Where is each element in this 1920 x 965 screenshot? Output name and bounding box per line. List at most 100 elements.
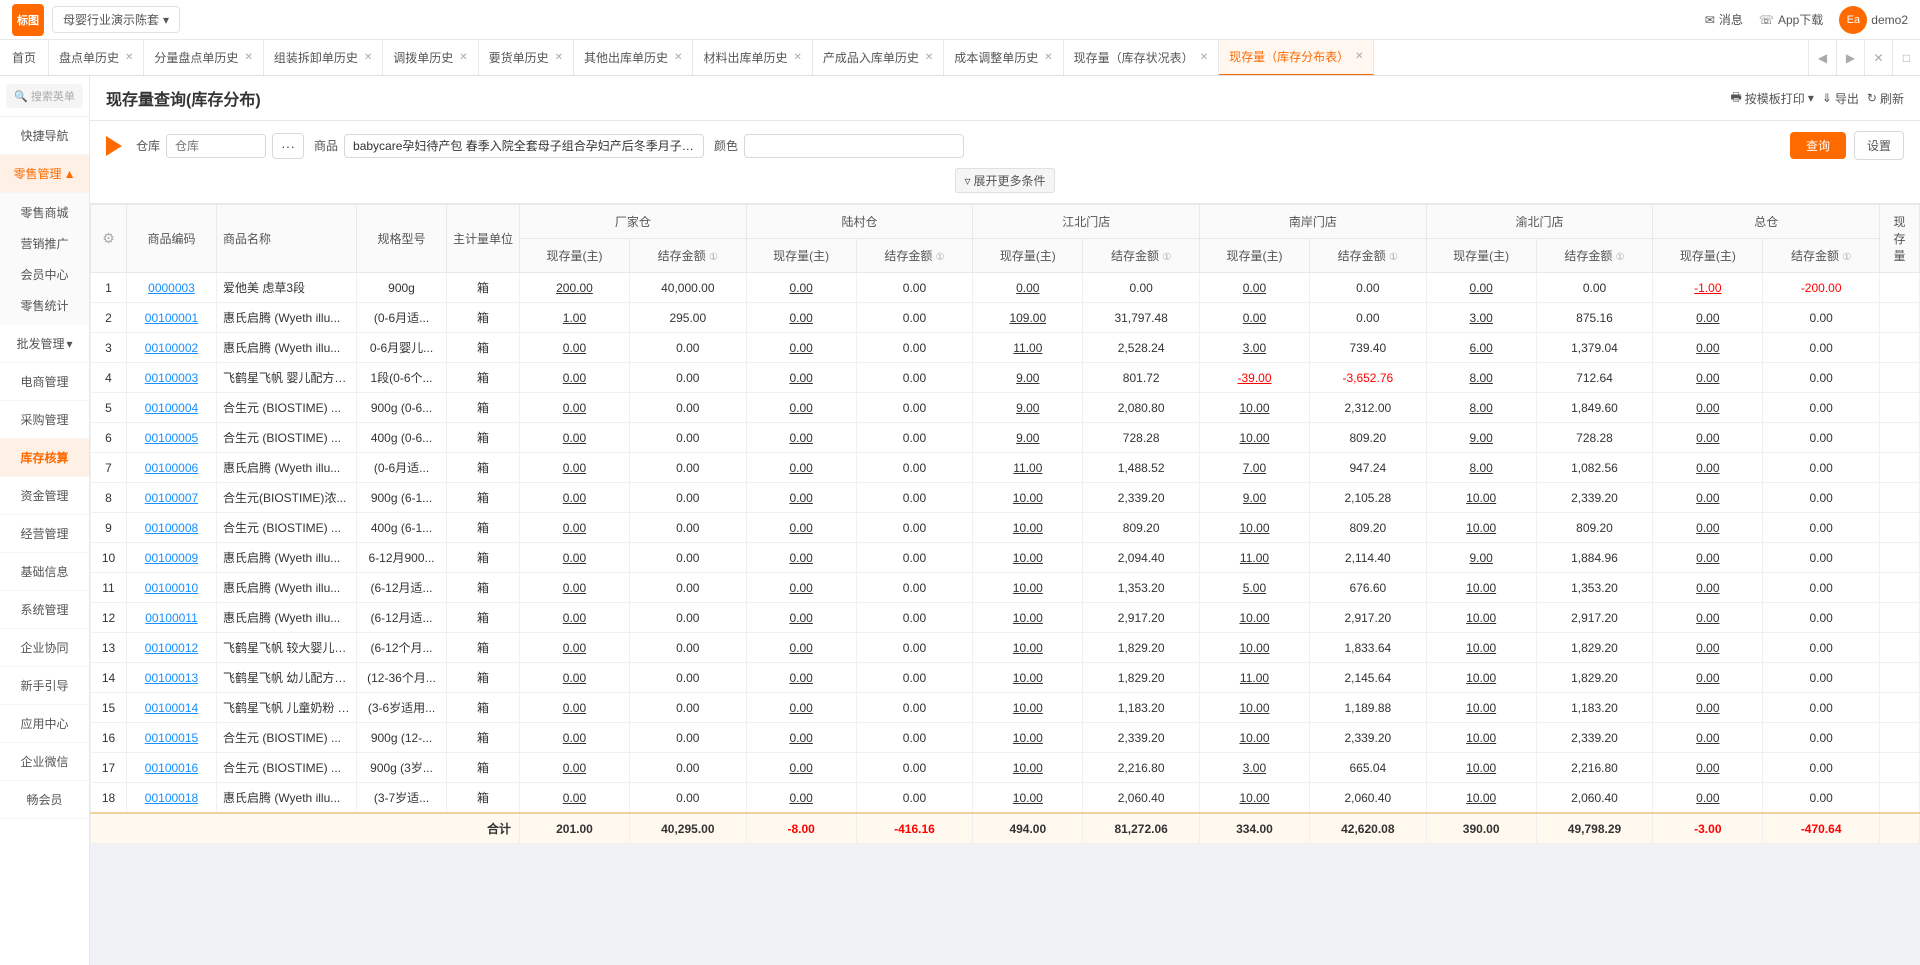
cell-spec: 400g (6-1... — [357, 513, 447, 543]
cell-lc-amt: 0.00 — [856, 513, 973, 543]
user-area[interactable]: Ea demo2 — [1839, 6, 1908, 34]
cell-cjc-qty: 0.00 — [520, 753, 630, 783]
cell-name: 惠氏启腾 (Wyeth illu... — [217, 783, 357, 814]
cell-extra — [1880, 663, 1920, 693]
tab-close-all-btn[interactable]: ✕ — [1864, 40, 1892, 76]
cell-cjc-amt: 40,000.00 — [629, 273, 746, 303]
sidebar-item-ops[interactable]: 经营管理 — [0, 515, 89, 553]
cell-zc-amt: 0.00 — [1763, 453, 1880, 483]
expand-toggle-btn[interactable]: ▿ 展开更多条件 — [955, 168, 1054, 193]
query-btn[interactable]: 查询 — [1790, 132, 1846, 159]
sidebar-item-system[interactable]: 系统管理 — [0, 591, 89, 629]
export-btn[interactable]: ⇓ 导出 — [1822, 90, 1859, 107]
search-input-box[interactable]: 🔍 搜索英单 — [6, 84, 83, 108]
tab-purchase[interactable]: 要货单历史 ✕ — [479, 40, 574, 76]
cell-na-amt: 2,114.40 — [1309, 543, 1426, 573]
cell-extra — [1880, 423, 1920, 453]
sidebar-item-wholesale[interactable]: 批发管理 ▾ — [0, 325, 89, 363]
cell-lc-amt: 0.00 — [856, 573, 973, 603]
sidebar-item-corp[interactable]: 企业协同 — [0, 629, 89, 667]
sidebar-item-purchase[interactable]: 采购管理 — [0, 401, 89, 439]
sidebar-item-base[interactable]: 基础信息 — [0, 553, 89, 591]
cell-zc-qty: 0.00 — [1653, 603, 1763, 633]
tab-label: 调拨单历史 — [393, 49, 453, 66]
filter-warehouse: 仓库 ··· — [136, 133, 304, 159]
tab-material-out[interactable]: 材料出库单历史 ✕ — [693, 40, 812, 76]
sidebar-sub-item-stats[interactable]: 零售统计 — [0, 290, 89, 321]
tab-disk-single[interactable]: 盘点单历史 ✕ — [49, 40, 144, 76]
settings-icon[interactable]: ⚙ — [102, 230, 115, 246]
cell-yb-amt: 1,884.96 — [1536, 543, 1653, 573]
sidebar-item-ecom[interactable]: 电商管理 — [0, 363, 89, 401]
sidebar-item-retail[interactable]: 零售管理 ▲ — [0, 155, 89, 193]
th-group-lucun: 陆村仓 — [746, 205, 973, 239]
tab-close-icon[interactable]: ✕ — [1200, 52, 1208, 63]
cell-zc-amt: 0.00 — [1763, 393, 1880, 423]
tab-stock-status[interactable]: 现存量（库存状况表） ✕ — [1064, 40, 1219, 76]
tab-label: 分量盘点单历史 — [154, 49, 238, 66]
message-btn[interactable]: ✉ 消息 — [1705, 11, 1743, 28]
cell-yb-amt: 1,849.60 — [1536, 393, 1653, 423]
tab-close-icon[interactable]: ✕ — [674, 52, 682, 63]
cell-jb-qty: 10.00 — [973, 513, 1083, 543]
nav-selector[interactable]: 母婴行业演示陈套 ▾ — [52, 6, 180, 33]
cell-code: 00100012 — [127, 633, 217, 663]
cell-idx: 2 — [91, 303, 127, 333]
sidebar-item-apps[interactable]: 应用中心 — [0, 705, 89, 743]
sidebar-item-quicknav[interactable]: 快捷导航 — [0, 117, 89, 155]
tab-product-in[interactable]: 产成品入库单历史 ✕ — [813, 40, 944, 76]
sidebar-sub-item-shopping[interactable]: 零售商城 — [0, 197, 89, 228]
sidebar-search[interactable]: 🔍 搜索英单 — [0, 76, 89, 117]
cell-spec: (6-12月适... — [357, 603, 447, 633]
tab-more-btn[interactable]: □ — [1892, 40, 1920, 76]
cell-jb-qty: 9.00 — [973, 423, 1083, 453]
top-bar-right: ✉ 消息 ☏ App下载 Ea demo2 — [1705, 6, 1908, 34]
tab-label: 现存量（库存分布表） — [1229, 48, 1349, 65]
sidebar-item-guide[interactable]: 新手引导 — [0, 667, 89, 705]
app-download-btn[interactable]: ☏ App下载 — [1759, 11, 1823, 28]
cell-cjc-qty: 0.00 — [520, 453, 630, 483]
sidebar-item-inventory[interactable]: 库存核算 — [0, 439, 89, 477]
sidebar-sub-item-marketing[interactable]: 营销推广 — [0, 228, 89, 259]
cell-yb-qty: 8.00 — [1426, 393, 1536, 423]
tab-next-btn[interactable]: ▶ — [1836, 40, 1864, 76]
summary-cjc-qty: 201.00 — [520, 813, 630, 844]
tab-prev-btn[interactable]: ◀ — [1808, 40, 1836, 76]
tab-close-icon[interactable]: ✕ — [1355, 51, 1363, 62]
sidebar-sub-item-member[interactable]: 会员中心 — [0, 259, 89, 290]
tab-close-icon[interactable]: ✕ — [1044, 52, 1052, 63]
collapse-btn[interactable] — [106, 136, 122, 156]
cell-cjc-amt: 0.00 — [629, 633, 746, 663]
tab-cost-adjust[interactable]: 成本调整单历史 ✕ — [944, 40, 1063, 76]
tab-close-icon[interactable]: ✕ — [125, 52, 133, 63]
refresh-btn[interactable]: ↻ 刷新 — [1867, 90, 1904, 107]
tab-close-icon[interactable]: ✕ — [793, 52, 801, 63]
tab-close-icon[interactable]: ✕ — [244, 52, 252, 63]
tab-assembly[interactable]: 组装拆卸单历史 ✕ — [264, 40, 383, 76]
tab-close-icon[interactable]: ✕ — [459, 52, 467, 63]
tab-home[interactable]: 首页 — [0, 40, 49, 76]
sidebar-sub-retail: 零售商城 营销推广 会员中心 零售统计 — [0, 193, 89, 325]
sidebar-item-finance[interactable]: 资金管理 — [0, 477, 89, 515]
print-btn[interactable]: 🖶 按模板打印 ▾ — [1730, 88, 1813, 109]
cell-cjc-amt: 0.00 — [629, 693, 746, 723]
goods-input[interactable] — [344, 134, 704, 158]
tab-transfer[interactable]: 调拨单历史 ✕ — [383, 40, 478, 76]
cell-code: 00100016 — [127, 753, 217, 783]
settings-btn[interactable]: 设置 — [1854, 131, 1904, 160]
sidebar-item-member2[interactable]: 畅会员 — [0, 781, 89, 819]
message-icon: ✉ — [1705, 13, 1715, 27]
warehouse-input[interactable] — [166, 134, 266, 158]
cell-cjc-qty: 0.00 — [520, 513, 630, 543]
cell-cjc-qty: 0.00 — [520, 603, 630, 633]
tab-stock-dist[interactable]: 现存量（库存分布表） ✕ — [1219, 40, 1374, 76]
sidebar-item-wework[interactable]: 企业微信 — [0, 743, 89, 781]
warehouse-select-btn[interactable]: ··· — [272, 133, 304, 159]
tab-close-icon[interactable]: ✕ — [555, 52, 563, 63]
tab-other-out[interactable]: 其他出库单历史 ✕ — [574, 40, 693, 76]
cell-yb-amt: 2,216.80 — [1536, 753, 1653, 783]
color-input[interactable] — [744, 134, 964, 158]
tab-disk-multi[interactable]: 分量盘点单历史 ✕ — [144, 40, 263, 76]
tab-close-icon[interactable]: ✕ — [364, 52, 372, 63]
tab-close-icon[interactable]: ✕ — [925, 52, 933, 63]
